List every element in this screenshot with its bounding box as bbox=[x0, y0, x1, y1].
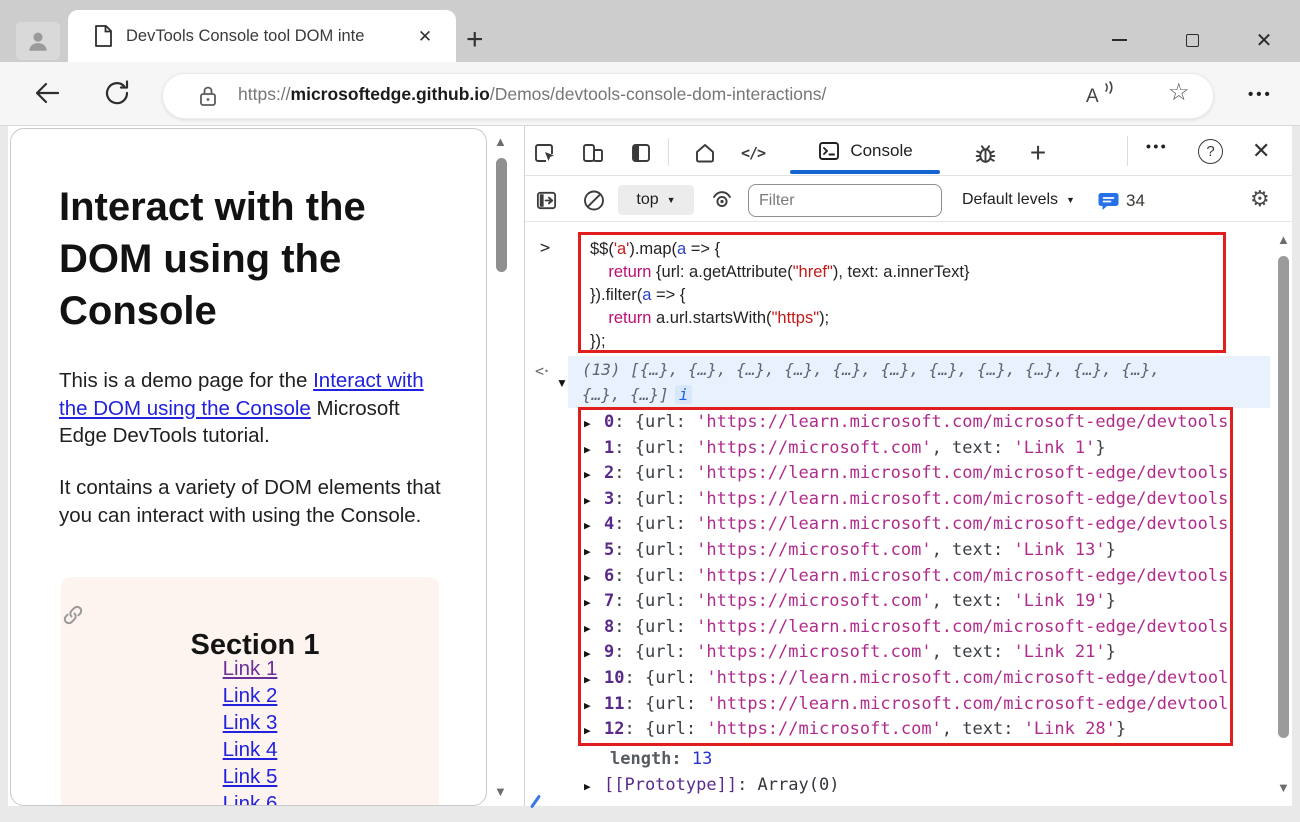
url-domain: microsoftedge.github.io bbox=[291, 84, 490, 104]
console-message-count[interactable]: 34 bbox=[1098, 191, 1145, 211]
section-1-links: Link 1Link 2Link 3Link 4Link 5Link 6 bbox=[61, 655, 439, 806]
array-preview-text: (13) [{…}, {…}, {…}, {…}, {…}, {…}, {…},… bbox=[582, 360, 1160, 404]
section-link-3[interactable]: Link 3 bbox=[61, 709, 439, 736]
chevron-down-icon: ▼ bbox=[667, 195, 676, 205]
window-maximize-button[interactable] bbox=[1177, 26, 1207, 54]
devtools-close-button[interactable]: ✕ bbox=[1252, 138, 1270, 164]
back-button[interactable] bbox=[32, 78, 66, 110]
chevron-down-icon: ▼ bbox=[1066, 195, 1075, 205]
console-scroll-down-arrow[interactable]: ▼ bbox=[1277, 780, 1290, 795]
chat-bubble-icon bbox=[1098, 192, 1119, 211]
sources-tab-icon[interactable]: </> bbox=[740, 140, 766, 166]
page-scroll-up-arrow[interactable]: ▲ bbox=[494, 134, 507, 149]
anchor-link-icon[interactable] bbox=[61, 603, 439, 627]
header-separator bbox=[668, 138, 669, 166]
welcome-home-icon[interactable] bbox=[692, 140, 718, 166]
console-settings-gear-icon[interactable]: ⚙ bbox=[1250, 186, 1270, 212]
section-link-2[interactable]: Link 2 bbox=[61, 682, 439, 709]
new-tab-button[interactable]: + bbox=[466, 22, 484, 58]
console-sidebar-toggle-icon[interactable] bbox=[534, 188, 558, 212]
url-scheme: https:// bbox=[238, 84, 291, 104]
array-length-row: length: 13 bbox=[610, 749, 712, 769]
profile-avatar[interactable] bbox=[16, 22, 60, 60]
console-tab-active-underline bbox=[790, 170, 940, 174]
log-levels-dropdown[interactable]: Default levels ▼ bbox=[962, 191, 1075, 209]
window-minimize-button[interactable] bbox=[1104, 26, 1134, 54]
result-collapse-triangle-icon[interactable]: ▼ bbox=[556, 376, 568, 390]
expand-triangle-icon[interactable]: ▶ bbox=[584, 780, 604, 793]
read-aloud-button[interactable]: A bbox=[1086, 80, 1116, 108]
prototype-key: [[Prototype]] bbox=[604, 775, 737, 795]
length-key: length: bbox=[610, 749, 692, 769]
array-preview-summary[interactable]: (13) [{…}, {…}, {…}, {…}, {…}, {…}, {…},… bbox=[582, 357, 1202, 407]
device-emulation-icon[interactable] bbox=[580, 140, 606, 166]
return-value-icon: <· bbox=[535, 362, 549, 380]
refresh-button[interactable] bbox=[102, 78, 136, 110]
clear-console-icon[interactable] bbox=[582, 188, 606, 212]
section-1-heading: Section 1 bbox=[61, 605, 439, 662]
console-input-prompt: > bbox=[540, 238, 550, 258]
intro-text-pre: This is a demo page for the bbox=[59, 369, 313, 392]
console-tab-label: Console bbox=[850, 141, 912, 161]
tab-title-fade bbox=[366, 18, 400, 54]
console-scrollbar-thumb[interactable] bbox=[1278, 256, 1289, 738]
devtools-help-button[interactable]: ? bbox=[1198, 139, 1223, 164]
page-scroll-down-arrow[interactable]: ▼ bbox=[494, 784, 507, 799]
tab-close-button[interactable]: ✕ bbox=[412, 24, 438, 50]
page-description-paragraph: It contains a variety of DOM elements th… bbox=[59, 474, 443, 529]
console-scroll-up-arrow[interactable]: ▲ bbox=[1277, 232, 1290, 247]
tab-console[interactable]: Console bbox=[786, 126, 944, 175]
lock-icon[interactable] bbox=[198, 84, 218, 108]
section-1-card: Section 1 Link 1Link 2Link 3Link 4Link 5… bbox=[61, 577, 439, 806]
message-count-value: 34 bbox=[1126, 191, 1145, 211]
window-titlebar: DevTools Console tool DOM inte ✕ + ✕ bbox=[0, 0, 1300, 62]
page-scrollbar-thumb[interactable] bbox=[496, 158, 507, 272]
context-label: top bbox=[636, 191, 658, 209]
section-link-5[interactable]: Link 5 bbox=[61, 763, 439, 790]
annotation-box-entries bbox=[578, 407, 1233, 746]
inspect-element-icon[interactable] bbox=[532, 140, 558, 166]
browser-settings-menu-button[interactable]: ••• bbox=[1248, 86, 1273, 103]
levels-label: Default levels bbox=[962, 191, 1058, 209]
section-link-4[interactable]: Link 4 bbox=[61, 736, 439, 763]
devtools-more-menu-button[interactable]: ••• bbox=[1146, 138, 1168, 154]
annotation-box-code bbox=[578, 232, 1226, 353]
console-icon bbox=[817, 139, 841, 163]
live-expression-eye-icon[interactable] bbox=[710, 188, 734, 212]
page-heading: Interact with the DOM using the Console bbox=[59, 181, 411, 337]
page-body-card: Interact with the DOM using the Console … bbox=[10, 128, 487, 806]
browser-tab[interactable]: DevTools Console tool DOM inte ✕ bbox=[68, 10, 456, 62]
section-link-1[interactable]: Link 1 bbox=[61, 655, 439, 682]
person-icon bbox=[25, 28, 51, 54]
console-filter-input[interactable] bbox=[748, 184, 942, 217]
javascript-context-dropdown[interactable]: top ▼ bbox=[618, 185, 694, 215]
favorites-star-button[interactable]: ☆ bbox=[1168, 78, 1190, 107]
prototype-value: Array(0) bbox=[758, 775, 840, 795]
section-link-6[interactable]: Link 6 bbox=[61, 790, 439, 806]
array-prototype-row: ▶[[Prototype]]: Array(0) bbox=[584, 775, 839, 795]
minimize-icon bbox=[1112, 39, 1127, 41]
more-tools-plus-button[interactable]: + bbox=[1025, 140, 1051, 166]
page-favicon bbox=[92, 24, 114, 48]
page-intro-paragraph: This is a demo page for the Interact wit… bbox=[59, 367, 443, 450]
maximize-icon bbox=[1186, 34, 1199, 47]
read-aloud-a: A bbox=[1086, 86, 1099, 107]
activity-bar-layout-icon[interactable] bbox=[628, 140, 654, 166]
header-separator-2 bbox=[1127, 136, 1128, 166]
info-icon[interactable]: i bbox=[675, 385, 693, 404]
window-close-button[interactable]: ✕ bbox=[1249, 26, 1279, 54]
length-value: 13 bbox=[692, 749, 712, 769]
url-path: /Demos/devtools-console-dom-interactions… bbox=[490, 84, 827, 104]
tab-title: DevTools Console tool DOM inte bbox=[126, 27, 398, 46]
bug-icon[interactable] bbox=[972, 140, 998, 166]
url-text[interactable]: https://microsoftedge.github.io/Demos/de… bbox=[238, 84, 826, 105]
